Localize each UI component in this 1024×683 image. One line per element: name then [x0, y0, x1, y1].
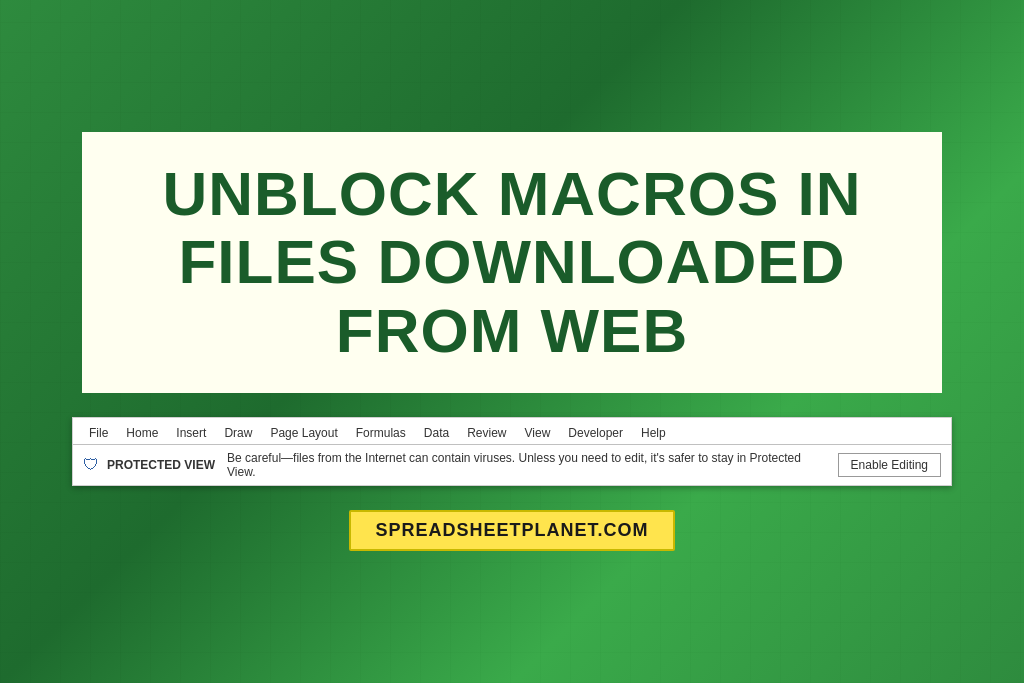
ribbon-tab-file[interactable]: File — [81, 422, 116, 444]
ribbon-tab-view[interactable]: View — [517, 422, 559, 444]
page-title: UNBLOCK MACROS IN FILES DOWNLOADED FROM … — [122, 160, 902, 365]
ribbon-tab-insert[interactable]: Insert — [168, 422, 214, 444]
protected-view-bar: 🛡 PROTECTED VIEW Be careful—files from t… — [73, 445, 951, 485]
ribbon-tab-developer[interactable]: Developer — [560, 422, 631, 444]
title-box: UNBLOCK MACROS IN FILES DOWNLOADED FROM … — [82, 132, 942, 393]
footer-badge: SPREADSHEETPLANET.COM — [349, 510, 674, 551]
ribbon-tab-data[interactable]: Data — [416, 422, 457, 444]
enable-editing-button[interactable]: Enable Editing — [838, 453, 941, 477]
content-wrapper: UNBLOCK MACROS IN FILES DOWNLOADED FROM … — [0, 0, 1024, 683]
protected-view-label: PROTECTED VIEW — [107, 458, 215, 472]
ribbon-tab-help[interactable]: Help — [633, 422, 674, 444]
excel-ribbon: FileHomeInsertDrawPage LayoutFormulasDat… — [72, 417, 952, 486]
shield-icon: 🛡 — [83, 456, 99, 474]
ribbon-tab-draw[interactable]: Draw — [216, 422, 260, 444]
footer-text: SPREADSHEETPLANET.COM — [375, 520, 648, 540]
ribbon-tab-home[interactable]: Home — [118, 422, 166, 444]
ribbon-tabs: FileHomeInsertDrawPage LayoutFormulasDat… — [73, 418, 951, 445]
ribbon-tab-review[interactable]: Review — [459, 422, 514, 444]
ribbon-tab-page-layout[interactable]: Page Layout — [262, 422, 345, 444]
ribbon-tab-formulas[interactable]: Formulas — [348, 422, 414, 444]
protected-view-message: Be careful—files from the Internet can c… — [227, 451, 830, 479]
